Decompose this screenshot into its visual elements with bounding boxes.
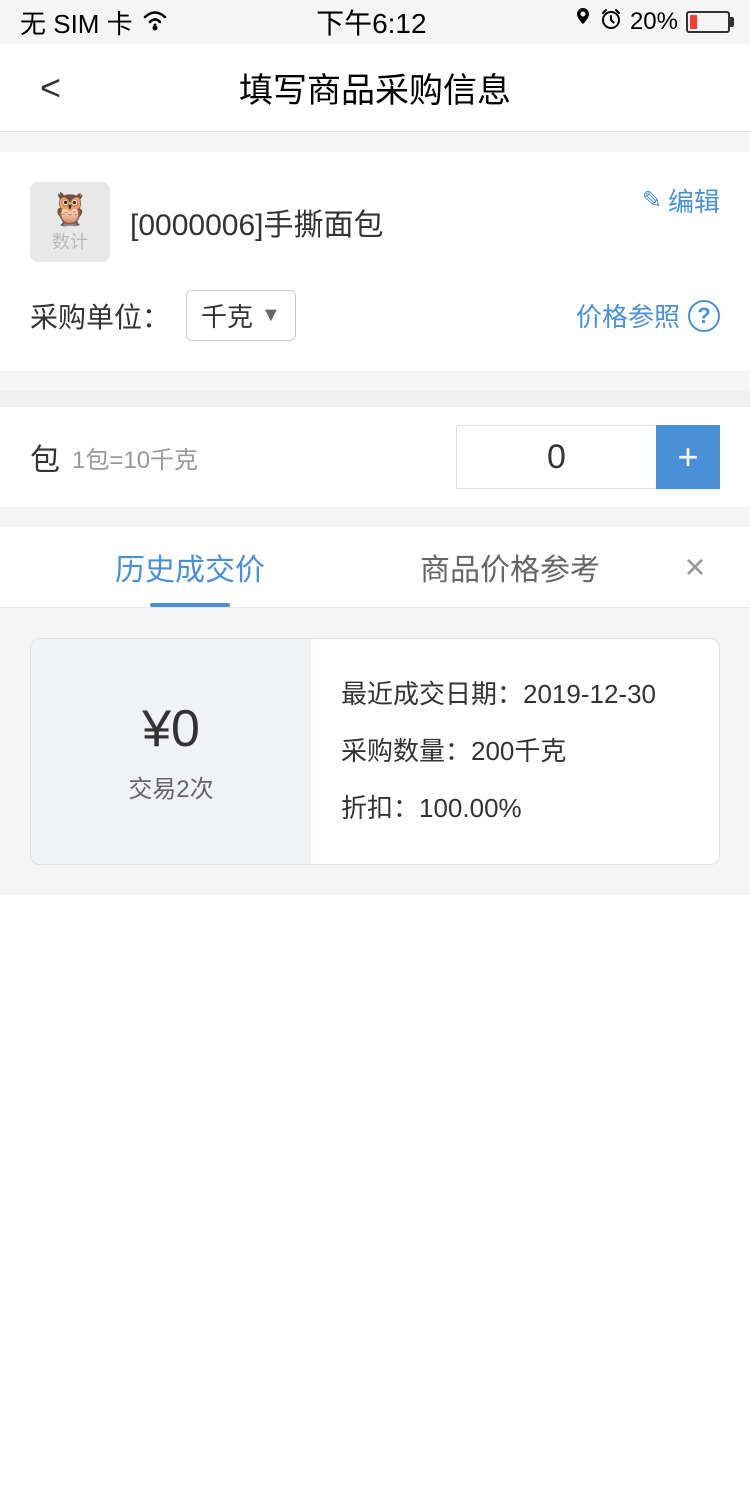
currency-symbol: ¥	[142, 700, 171, 758]
unit-name: 包	[30, 435, 60, 479]
battery-percent: 20%	[630, 8, 678, 36]
quantity-control: +	[456, 425, 720, 489]
logo-sub-text: 数计	[52, 228, 88, 254]
history-trades: 交易2次	[128, 769, 213, 804]
logo-owl-icon: 🦉	[50, 190, 90, 228]
status-carrier: 无 SIM 卡	[20, 4, 169, 41]
location-icon	[574, 8, 592, 37]
carrier-text: 无 SIM 卡	[20, 4, 133, 41]
page-title: 填写商品采购信息	[239, 63, 511, 112]
price-value: 0	[171, 700, 200, 758]
help-icon: ?	[688, 300, 720, 332]
alarm-icon	[600, 8, 622, 37]
purchase-unit-left: 采购单位： 千克 ▼	[30, 290, 296, 341]
edit-icon: ✎	[642, 186, 662, 215]
status-time: 下午6:12	[316, 2, 427, 42]
tabs-close-button[interactable]: ×	[670, 542, 720, 592]
history-card: ¥0 交易2次 最近成交日期：2019-12-30 采购数量：200千克 折扣：…	[30, 638, 720, 865]
quantity-value: 200千克	[471, 736, 566, 766]
purchase-unit-label: 采购单位：	[30, 296, 170, 336]
tabs-header: 历史成交价 商品价格参考 ×	[0, 527, 750, 607]
status-bar: 无 SIM 卡 下午6:12 20%	[0, 0, 750, 44]
wifi-icon	[141, 7, 169, 38]
price-reference-button[interactable]: 价格参照 ?	[576, 297, 720, 334]
tab-price-ref-label: 商品价格参考	[420, 545, 600, 589]
history-price: ¥0	[142, 699, 200, 759]
quantity-section: 包 1包=10千克 +	[0, 407, 750, 507]
purchase-unit-row: 采购单位： 千克 ▼ 价格参照 ?	[30, 290, 720, 341]
recent-date-label: 最近成交日期：	[341, 679, 523, 709]
unit-value: 千克	[201, 297, 253, 334]
product-section: 🦉 数计 [0000006]手撕面包 ✎ 编辑 采购单位： 千克 ▼ 价格参照 …	[0, 152, 750, 371]
quantity-plus-button[interactable]: +	[656, 425, 720, 489]
section-divider	[0, 391, 750, 407]
discount-label: 折扣：	[341, 793, 419, 823]
discount-row: 折扣：100.00%	[341, 789, 689, 828]
back-button[interactable]: <	[30, 57, 71, 119]
recent-date-row: 最近成交日期：2019-12-30	[341, 675, 689, 714]
product-logo: 🦉 数计	[30, 182, 110, 262]
nav-bar: < 填写商品采购信息	[0, 44, 750, 132]
recent-date-value: 2019-12-30	[523, 679, 656, 709]
dropdown-arrow-icon: ▼	[261, 304, 281, 327]
product-full-name: [0000006]手撕面包	[130, 200, 383, 244]
history-card-left: ¥0 交易2次	[31, 639, 311, 864]
tab-price-reference[interactable]: 商品价格参考	[350, 527, 670, 607]
price-ref-label: 价格参照	[576, 297, 680, 334]
tab-history-price[interactable]: 历史成交价	[30, 527, 350, 607]
edit-label: 编辑	[668, 182, 720, 219]
quantity-label-text: 采购数量：	[341, 736, 471, 766]
tab-content-area: ¥0 交易2次 最近成交日期：2019-12-30 采购数量：200千克 折扣：…	[0, 608, 750, 895]
close-icon: ×	[684, 546, 705, 588]
unit-dropdown[interactable]: 千克 ▼	[186, 290, 296, 341]
history-card-right: 最近成交日期：2019-12-30 采购数量：200千克 折扣：100.00%	[311, 639, 719, 864]
edit-button[interactable]: ✎ 编辑	[642, 182, 720, 219]
main-content-area	[0, 895, 750, 1495]
battery-icon	[686, 11, 730, 33]
quantity-input[interactable]	[456, 425, 656, 489]
product-left: 🦉 数计 [0000006]手撕面包	[30, 182, 383, 262]
unit-conversion: 1包=10千克	[72, 440, 198, 475]
purchase-quantity-row: 采购数量：200千克	[341, 732, 689, 771]
tabs-section: 历史成交价 商品价格参考 ×	[0, 527, 750, 608]
quantity-label: 包 1包=10千克	[30, 435, 198, 479]
status-icons: 20%	[574, 8, 730, 37]
discount-value: 100.00%	[419, 793, 522, 823]
product-header: 🦉 数计 [0000006]手撕面包 ✎ 编辑	[30, 182, 720, 262]
tab-history-label: 历史成交价	[115, 545, 265, 589]
